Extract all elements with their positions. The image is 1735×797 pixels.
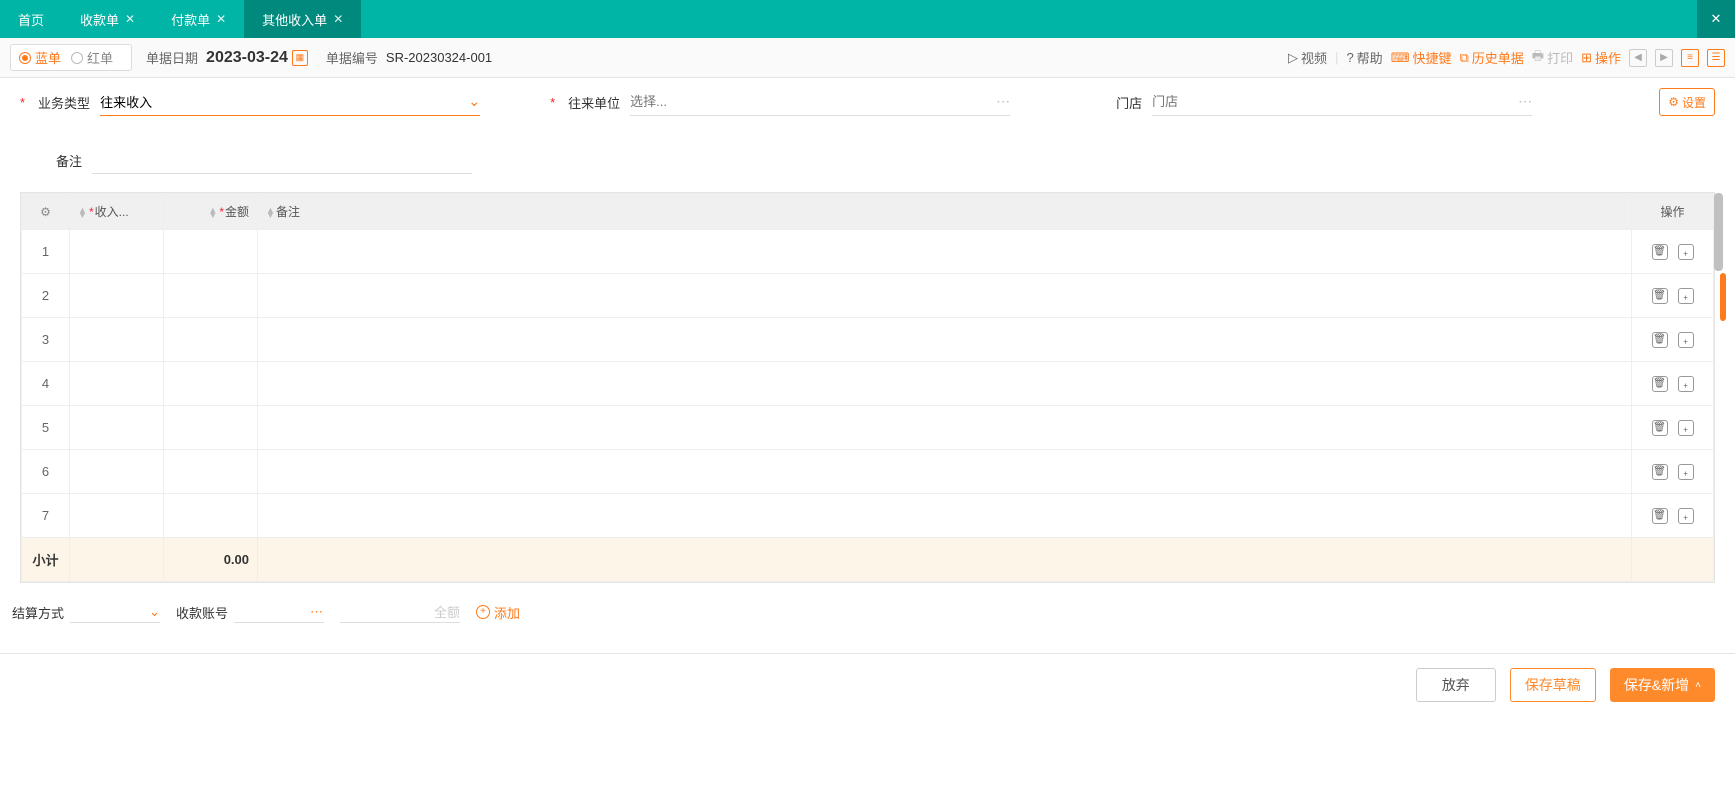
calendar-icon[interactable]: ▦	[292, 50, 308, 66]
tab-receipt[interactable]: 收款单✕	[62, 0, 153, 38]
table-row[interactable]: 4🗑﹢	[22, 362, 1714, 406]
subtotal-row: 小计 0.00	[22, 538, 1714, 582]
delete-row-icon[interactable]: 🗑	[1652, 464, 1668, 480]
table-row[interactable]: 3🗑﹢	[22, 318, 1714, 362]
close-icon[interactable]: ✕	[333, 12, 343, 26]
shortcut-link[interactable]: ⌨ 快捷键	[1391, 48, 1452, 67]
scrollbar[interactable]	[1714, 193, 1723, 271]
gear-icon[interactable]: ⚙	[40, 205, 51, 219]
help-link[interactable]: ? 帮助	[1346, 48, 1382, 67]
table-row[interactable]: 7🗑﹢	[22, 494, 1714, 538]
video-link[interactable]: ▷ 视频	[1288, 48, 1327, 67]
add-row-icon[interactable]: ﹢	[1678, 420, 1694, 436]
field-store: 门店 ⋯	[1080, 88, 1532, 116]
delete-row-icon[interactable]: 🗑	[1652, 376, 1668, 392]
delete-row-icon[interactable]: 🗑	[1652, 332, 1668, 348]
chevron-down-icon[interactable]: ⌄	[468, 93, 480, 110]
sort-icon[interactable]: ▲▼	[78, 208, 86, 218]
doc-header: 蓝单 红单 单据日期 2023-03-24 ▦ 单据编号 SR-20230324…	[0, 38, 1735, 78]
layout-list-icon[interactable]: ☰	[1707, 49, 1725, 67]
tab-payment[interactable]: 付款单✕	[153, 0, 244, 38]
doc-date-value[interactable]: 2023-03-24	[206, 49, 288, 67]
delete-row-icon[interactable]: 🗑	[1652, 420, 1668, 436]
doc-type-radio-group: 蓝单 红单	[10, 44, 132, 71]
field-business-type: *业务类型 ⌄	[20, 88, 480, 116]
chevron-up-icon: ˄	[1695, 680, 1701, 691]
add-row-icon[interactable]: ﹢	[1678, 464, 1694, 480]
add-row-icon[interactable]: ﹢	[1678, 376, 1694, 392]
add-row-icon[interactable]: ﹢	[1678, 288, 1694, 304]
app-tab-bar: 首页 收款单✕ 付款单✕ 其他收入单✕ ✕	[0, 0, 1735, 38]
radio-blue-doc[interactable]: 蓝单	[19, 48, 61, 67]
add-row-icon[interactable]: ﹢	[1678, 508, 1694, 524]
delete-row-icon[interactable]: 🗑	[1652, 244, 1668, 260]
save-and-new-button[interactable]: 保存&新增˄	[1610, 668, 1715, 702]
delete-row-icon[interactable]: 🗑	[1652, 288, 1668, 304]
form-area: *业务类型 ⌄ *往来单位 ⋯ 门店 ⋯ ⚙设置 备注	[0, 78, 1735, 178]
items-table: ⚙ ▲▼*收入... ▲▼*金额 ▲▼备注 操作 1🗑﹢2🗑﹢3🗑﹢4🗑﹢5🗑﹢…	[21, 193, 1714, 582]
field-partner: *往来单位 ⋯	[550, 88, 1010, 116]
remark-input[interactable]	[92, 152, 472, 167]
print-link[interactable]: 🖶 打印	[1532, 47, 1573, 69]
partner-input[interactable]	[630, 94, 1010, 109]
doc-date-label: 单据日期	[146, 48, 198, 67]
sort-icon[interactable]: ▲▼	[266, 208, 274, 218]
business-type-input[interactable]	[100, 94, 480, 109]
operate-link[interactable]: ⊞ 操作	[1581, 48, 1621, 67]
more-icon[interactable]: ⋯	[996, 93, 1010, 110]
save-draft-button[interactable]: 保存草稿	[1510, 668, 1596, 702]
table-row[interactable]: 1🗑﹢	[22, 230, 1714, 274]
radio-red-doc[interactable]: 红单	[71, 48, 113, 67]
table-row[interactable]: 5🗑﹢	[22, 406, 1714, 450]
more-icon[interactable]: ⋯	[1518, 93, 1532, 110]
close-icon[interactable]: ✕	[216, 12, 226, 26]
doc-no-value: SR-20230324-001	[386, 50, 492, 65]
settlement-amount[interactable]: 全额	[340, 601, 460, 623]
prev-doc-icon[interactable]: ◀	[1629, 49, 1647, 67]
doc-toolbar: ▷ 视频 | ? 帮助 ⌨ 快捷键 ⧉ 历史单据 🖶 打印 ⊞ 操作 ◀ ▶ ≡…	[1288, 47, 1725, 69]
footer-bar: 放弃 保存草稿 保存&新增˄	[0, 653, 1735, 716]
table-row[interactable]: 6🗑﹢	[22, 450, 1714, 494]
settlement-row: 结算方式 ⌄ 收款账号 ⋯ 全额 +添加	[0, 583, 1735, 633]
items-table-wrap: ⚙ ▲▼*收入... ▲▼*金额 ▲▼备注 操作 1🗑﹢2🗑﹢3🗑﹢4🗑﹢5🗑﹢…	[20, 192, 1715, 583]
tab-home[interactable]: 首页	[0, 0, 62, 38]
store-input[interactable]	[1152, 94, 1532, 109]
next-doc-icon[interactable]: ▶	[1655, 49, 1673, 67]
delete-row-icon[interactable]: 🗑	[1652, 508, 1668, 524]
doc-no-label: 单据编号	[326, 48, 378, 67]
settings-button[interactable]: ⚙设置	[1659, 88, 1715, 116]
add-row-icon[interactable]: ﹢	[1678, 244, 1694, 260]
chevron-down-icon[interactable]: ⌄	[149, 604, 160, 620]
close-icon[interactable]: ✕	[125, 12, 135, 26]
more-icon[interactable]: ⋯	[310, 604, 324, 620]
field-remark: 备注	[20, 146, 1715, 174]
sort-icon[interactable]: ▲▼	[208, 208, 216, 218]
add-settlement-button[interactable]: +添加	[476, 603, 520, 622]
history-link[interactable]: ⧉ 历史单据	[1459, 48, 1523, 67]
scrollbar-accent[interactable]	[1720, 273, 1726, 321]
plus-icon: +	[476, 605, 490, 619]
gear-icon: ⚙	[1668, 95, 1679, 109]
close-all-button[interactable]: ✕	[1697, 0, 1735, 38]
table-row[interactable]: 2🗑﹢	[22, 274, 1714, 318]
tab-other-income[interactable]: 其他收入单✕	[244, 0, 361, 38]
settlement-account[interactable]: 收款账号 ⋯	[176, 601, 324, 623]
add-row-icon[interactable]: ﹢	[1678, 332, 1694, 348]
layout-compact-icon[interactable]: ≡	[1681, 49, 1699, 67]
settlement-method[interactable]: 结算方式 ⌄	[12, 601, 160, 623]
discard-button[interactable]: 放弃	[1416, 668, 1496, 702]
